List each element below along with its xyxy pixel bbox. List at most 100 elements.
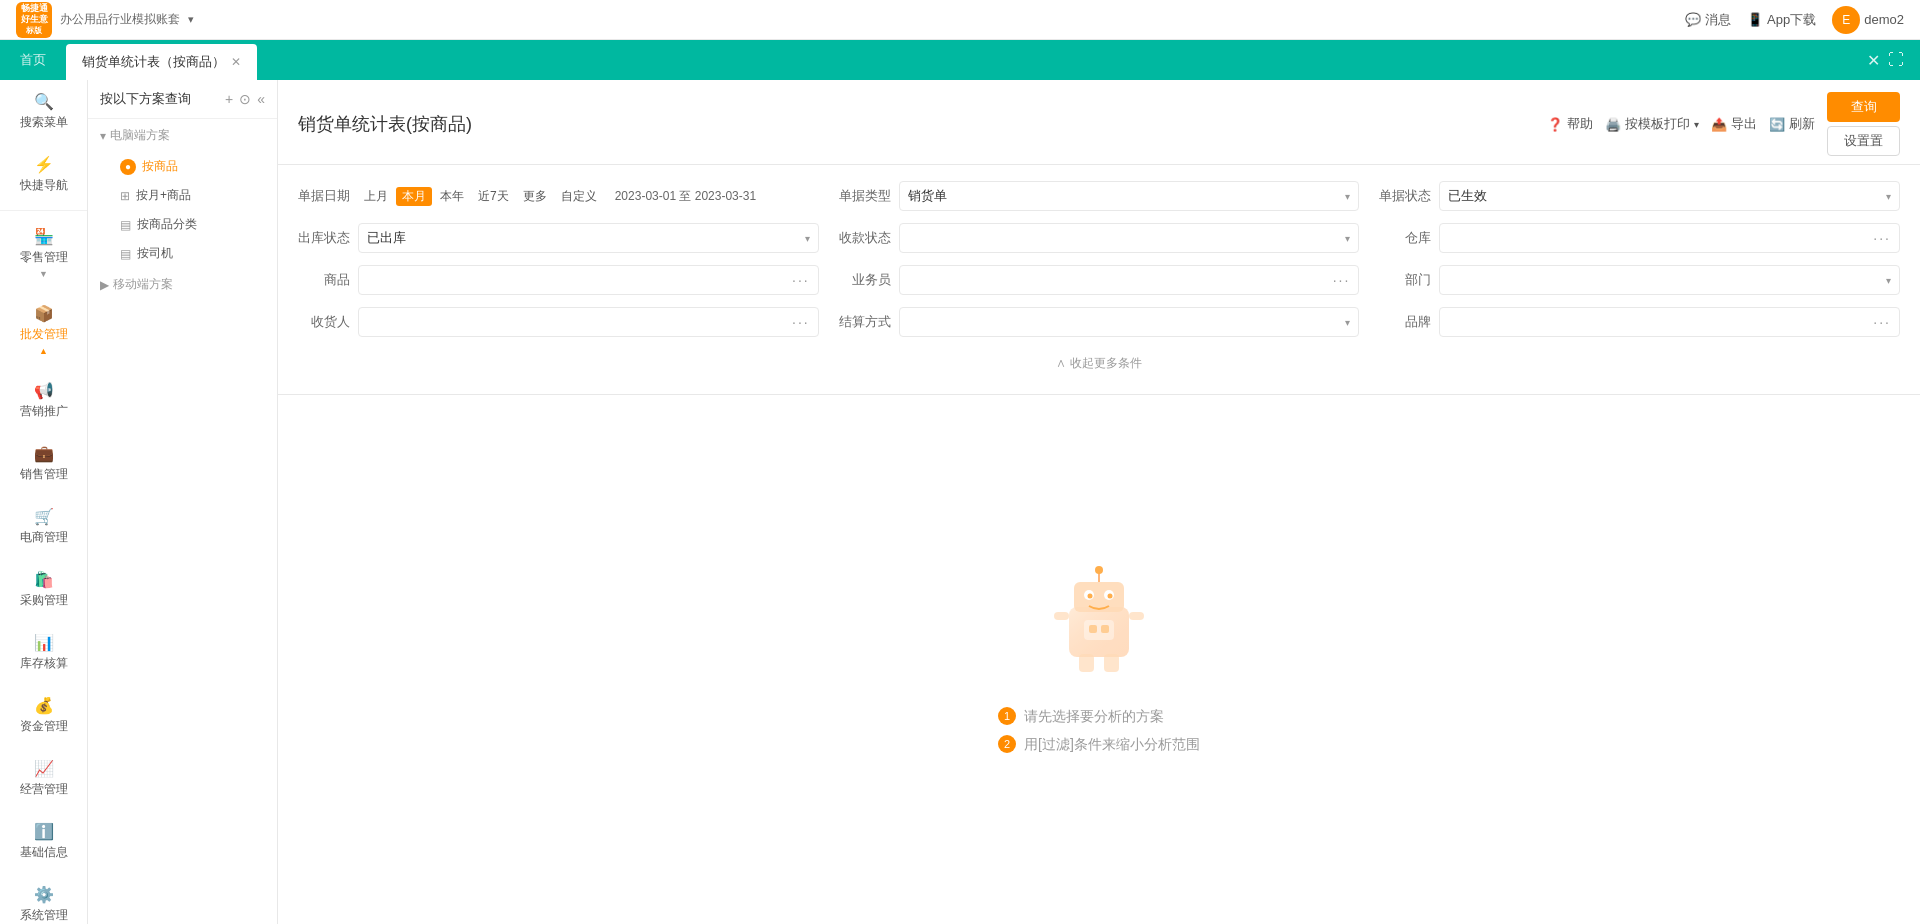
- sidebar-item-sales[interactable]: 💼 销售管理: [0, 432, 87, 495]
- query-button[interactable]: 查询: [1827, 92, 1900, 122]
- tree-mobile-arrow: ▶: [100, 278, 109, 292]
- help-label: 帮助: [1567, 115, 1593, 133]
- add-scheme-button[interactable]: +: [225, 91, 233, 107]
- sidebar-item-system[interactable]: ⚙️ 系统管理: [0, 873, 87, 924]
- filter-row-4: 收货人 ··· 结算方式 ▾ 品牌: [298, 307, 1900, 337]
- svg-rect-1: [1074, 582, 1124, 612]
- sidebar-purchase-label: 采购管理: [0, 592, 87, 609]
- refresh-button[interactable]: 🔄 刷新: [1769, 115, 1815, 133]
- doc-type-arrow: ▾: [1345, 191, 1350, 202]
- warehouse-status-control[interactable]: 已出库 ▾: [358, 223, 819, 253]
- doc-status-arrow: ▾: [1886, 191, 1891, 202]
- payment-method-control[interactable]: ▾: [899, 307, 1360, 337]
- sidebar-item-retail[interactable]: 🏪 零售管理 ▼: [0, 215, 87, 292]
- sidebar-item-management[interactable]: 📈 经营管理: [0, 747, 87, 810]
- left-panel-title: 按以下方案查询: [100, 90, 191, 108]
- settings-scheme-button[interactable]: ⊙: [239, 91, 251, 107]
- warehouse-label: 仓库: [1379, 229, 1439, 247]
- industry-dropdown[interactable]: ▾: [188, 13, 194, 26]
- sidebar-item-marketing[interactable]: 📢 营销推广: [0, 369, 87, 432]
- sidebar-item-nav[interactable]: ⚡ 快捷导航: [0, 143, 87, 206]
- empty-illustration: [1039, 562, 1159, 682]
- sidebar-item-ecommerce[interactable]: 🛒 电商管理: [0, 495, 87, 558]
- tree-section-label: 电脑端方案: [110, 127, 170, 144]
- tree-item-by-product[interactable]: ● 按商品: [88, 152, 277, 181]
- user-menu[interactable]: E demo2: [1832, 6, 1904, 34]
- topbar-left: 畅捷通好生意标版 办公用品行业模拟账套 ▾: [16, 2, 194, 38]
- empty-tip-2: 2 用[过滤]条件来缩小分析范围: [998, 730, 1200, 758]
- doc-type-value: 销货单: [908, 187, 1342, 205]
- date-btn-7days[interactable]: 近7天: [472, 187, 515, 206]
- sidebar-sales-label: 销售管理: [0, 466, 87, 483]
- tab-expand-icon[interactable]: ⛶: [1888, 51, 1904, 69]
- collapse-panel-button[interactable]: «: [257, 91, 265, 107]
- sidebar-item-finance[interactable]: 💰 资金管理: [0, 684, 87, 747]
- help-button[interactable]: ❓ 帮助: [1547, 115, 1593, 133]
- tree-section-desktop[interactable]: ▾ 电脑端方案: [88, 119, 277, 152]
- tip2-text: 用[过滤]条件来缩小分析范围: [1024, 730, 1200, 758]
- department-control[interactable]: ▾: [1439, 265, 1900, 295]
- doc-type-label: 单据类型: [839, 187, 899, 205]
- sidebar-item-search[interactable]: 🔍 搜索菜单: [0, 80, 87, 143]
- message-button[interactable]: 💬 消息: [1685, 11, 1731, 29]
- message-label: 消息: [1705, 11, 1731, 29]
- export-label: 导出: [1731, 115, 1757, 133]
- template-print-button[interactable]: 🖨️ 按模板打印 ▾: [1605, 115, 1699, 133]
- tab-stats[interactable]: 销货单统计表（按商品） ✕: [66, 44, 257, 80]
- tip1-num: 1: [998, 707, 1016, 725]
- department-label: 部门: [1379, 271, 1439, 289]
- svg-rect-9: [1129, 612, 1144, 620]
- avatar: E: [1832, 6, 1860, 34]
- wholesale-arrow: ▲: [39, 346, 48, 356]
- tree-section-arrow: ▾: [100, 129, 106, 143]
- receiver-control[interactable]: ···: [358, 307, 819, 337]
- goods-control[interactable]: ···: [358, 265, 819, 295]
- tree-item-grid-icon: ⊞: [120, 189, 130, 203]
- print-dropdown-icon: ▾: [1694, 119, 1699, 130]
- goods-label: 商品: [298, 271, 358, 289]
- tree-item-by-driver[interactable]: ▤ 按司机: [88, 239, 277, 268]
- goods-dots[interactable]: ···: [792, 272, 810, 288]
- salesperson-control[interactable]: ···: [899, 265, 1360, 295]
- date-btn-custom[interactable]: 自定义: [555, 187, 603, 206]
- collapse-bar[interactable]: ∧ 收起更多条件: [298, 349, 1900, 378]
- tree-item-by-month-product[interactable]: ⊞ 按月+商品: [88, 181, 277, 210]
- payment-status-control[interactable]: ▾: [899, 223, 1360, 253]
- sales-icon: 💼: [0, 444, 87, 463]
- date-btn-last-month[interactable]: 上月: [358, 187, 394, 206]
- brand-control[interactable]: ···: [1439, 307, 1900, 337]
- receiver-dots[interactable]: ···: [792, 314, 810, 330]
- warehouse-dots[interactable]: ···: [1873, 230, 1891, 246]
- doc-status-control[interactable]: 已生效 ▾: [1439, 181, 1900, 211]
- sidebar-item-inventory[interactable]: 📊 库存核算: [0, 621, 87, 684]
- salesperson-dots[interactable]: ···: [1333, 272, 1351, 288]
- sidebar-item-purchase[interactable]: 🛍️ 采购管理: [0, 558, 87, 621]
- tab-stats-label: 销货单统计表（按商品）: [82, 53, 225, 71]
- warehouse-status-label: 出库状态: [298, 229, 358, 247]
- date-btn-this-year[interactable]: 本年: [434, 187, 470, 206]
- system-icon: ⚙️: [0, 885, 87, 904]
- empty-tip-1: 1 请先选择要分析的方案: [998, 702, 1200, 730]
- sidebar-item-basic[interactable]: ℹ️ 基础信息: [0, 810, 87, 873]
- settings-button[interactable]: 设置置: [1827, 126, 1900, 156]
- tree-section-mobile[interactable]: ▶ 移动端方案: [88, 268, 277, 301]
- doc-type-control[interactable]: 销货单 ▾: [899, 181, 1360, 211]
- date-btn-more[interactable]: 更多: [517, 187, 553, 206]
- date-control[interactable]: 上月 本月 本年 近7天 更多 自定义 2023-03-01 至 2023-03…: [358, 181, 819, 211]
- brand-dots[interactable]: ···: [1873, 314, 1891, 330]
- filter-area: 单据日期 上月 本月 本年 近7天 更多 自定义 2023-03-01 至 20…: [278, 165, 1920, 395]
- date-btn-this-month[interactable]: 本月: [396, 187, 432, 206]
- tab-close-window-icon[interactable]: ✕: [1867, 51, 1880, 70]
- tree-item-by-category[interactable]: ▤ 按商品分类: [88, 210, 277, 239]
- export-button[interactable]: 📤 导出: [1711, 115, 1757, 133]
- tab-home[interactable]: 首页: [0, 40, 66, 80]
- tip1-text: 请先选择要分析的方案: [1024, 702, 1164, 730]
- app-download-button[interactable]: 📱 App下载: [1747, 11, 1816, 29]
- warehouse-control[interactable]: ···: [1439, 223, 1900, 253]
- sidebar-item-wholesale[interactable]: 📦 批发管理 ▲: [0, 292, 87, 369]
- receiver-label: 收货人: [298, 313, 358, 331]
- tab-close-icon[interactable]: ✕: [231, 55, 241, 69]
- message-icon: 💬: [1685, 12, 1701, 27]
- inventory-icon: 📊: [0, 633, 87, 652]
- filter-date: 单据日期 上月 本月 本年 近7天 更多 自定义 2023-03-01 至 20…: [298, 181, 819, 211]
